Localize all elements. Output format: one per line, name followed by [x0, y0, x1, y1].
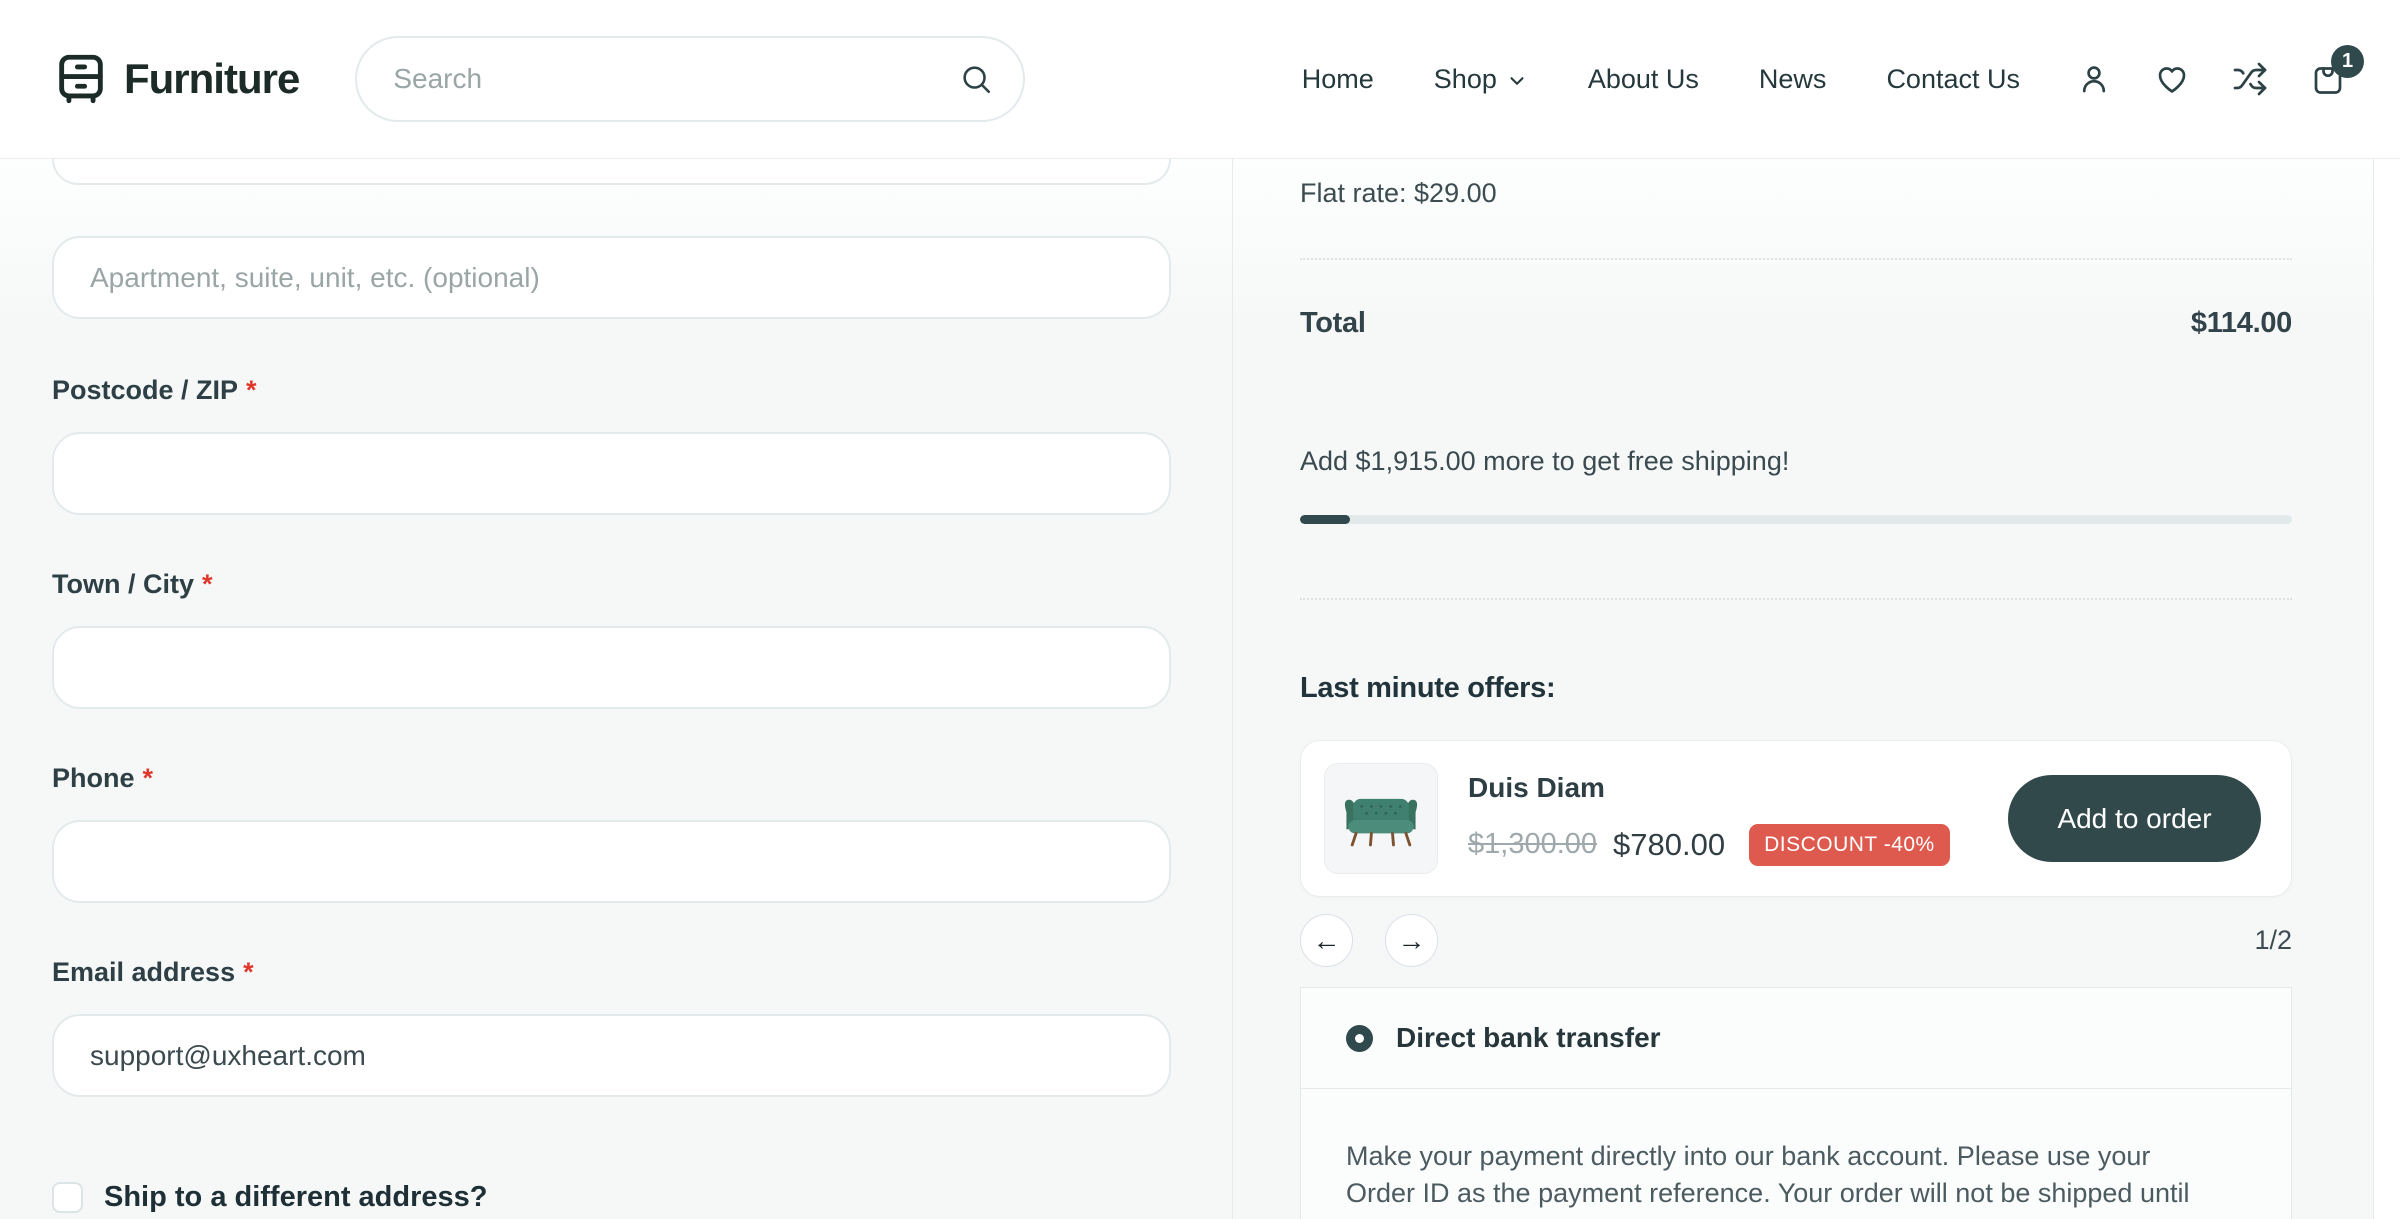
offer-product-image	[1324, 763, 1438, 874]
header: Furniture Home Shop About Us News Contac…	[0, 0, 2400, 159]
payment-method-label: Direct bank transfer	[1396, 1022, 1661, 1053]
required-asterisk: *	[243, 957, 254, 987]
nav-home[interactable]: Home	[1302, 64, 1374, 95]
town-city-input[interactable]	[52, 626, 1171, 709]
shuffle-icon	[2233, 62, 2267, 96]
offers-carousel-controls: ← → 1/2	[1300, 914, 2292, 967]
offer-price: $780.00	[1613, 826, 1726, 862]
postcode-input[interactable]	[52, 432, 1171, 515]
shipping-rate-text: Flat rate: $29.00	[1300, 178, 1497, 208]
address-input-truncated[interactable]	[52, 159, 1171, 185]
account-button[interactable]	[2074, 59, 2114, 99]
arrow-right-icon: →	[1397, 924, 1426, 956]
offers-prev-button[interactable]: ←	[1300, 914, 1353, 967]
radio-dot	[1355, 1033, 1364, 1043]
wishlist-button[interactable]	[2152, 59, 2192, 99]
postcode-label: Postcode / ZIP *	[52, 375, 257, 405]
nav-news[interactable]: News	[1759, 64, 1827, 95]
offer-card: Duis Diam $1,300.00 $780.00 DISCOUNT -40…	[1300, 740, 2292, 897]
payment-method-direct-bank-transfer[interactable]: Direct bank transfer	[1301, 988, 2291, 1088]
offer-price-row: $1,300.00 $780.00 DISCOUNT -40%	[1468, 823, 1950, 866]
nav-about-us[interactable]: About Us	[1588, 64, 1699, 95]
offer-title: Duis Diam	[1468, 771, 1605, 803]
user-icon	[2082, 66, 2106, 93]
required-asterisk: *	[202, 569, 213, 599]
ship-different-address-label[interactable]: Ship to a different address?	[104, 1181, 488, 1214]
payment-method-description: Make your payment directly into our bank…	[1346, 1141, 2190, 1219]
radio-selected-icon[interactable]	[1346, 1024, 1373, 1052]
email-input[interactable]	[52, 1014, 1171, 1097]
last-minute-offers-heading: Last minute offers:	[1300, 672, 1556, 704]
total-label: Total	[1300, 307, 1366, 339]
chevron-down-icon	[1510, 77, 1524, 85]
email-label: Email address *	[52, 957, 254, 987]
nav-shop[interactable]: Shop	[1434, 64, 1528, 95]
ship-different-address-row: Ship to a different address?	[52, 1181, 1171, 1214]
divider	[1300, 258, 2292, 260]
free-shipping-progress	[1300, 515, 2292, 524]
column-divider	[1232, 159, 1233, 1219]
divider	[1300, 598, 2292, 600]
furniture-cabinet-icon	[59, 54, 103, 104]
nav-contact-us[interactable]: Contact Us	[1886, 64, 2020, 95]
discount-badge: DISCOUNT -40%	[1749, 823, 1950, 866]
free-shipping-message: Add $1,915.00 more to get free shipping!	[1300, 446, 1790, 476]
checkout-page: Postcode / ZIP* Town / City* Phone* Emai…	[0, 159, 2400, 1219]
offer-old-price: $1,300.00	[1468, 828, 1598, 860]
town-city-label: Town / City *	[52, 569, 213, 599]
search-input[interactable]	[393, 63, 960, 95]
main-nav: Home Shop About Us News Contact Us	[1302, 64, 2020, 95]
required-asterisk: *	[246, 375, 257, 405]
offers-pagination: 1/2	[2254, 925, 2292, 955]
apartment-input[interactable]	[52, 236, 1171, 319]
arrow-left-icon: ←	[1312, 924, 1341, 956]
required-asterisk: *	[142, 763, 154, 793]
ship-different-address-checkbox[interactable]	[52, 1182, 83, 1213]
cart-count-badge: 1	[2331, 45, 2364, 78]
phone-label: Phone *	[52, 763, 154, 793]
order-summary: Flat rate: $29.00 Total $114.00 Add $1,9…	[1300, 159, 2292, 1219]
header-actions: 1	[2074, 45, 2364, 99]
total-row: Total $114.00	[1300, 307, 2292, 340]
free-shipping-progress-fill	[1300, 515, 1350, 524]
compare-button[interactable]	[2230, 59, 2270, 99]
scrollbar-track[interactable]	[2373, 159, 2400, 1219]
billing-form: Postcode / ZIP* Town / City* Phone* Emai…	[52, 159, 1171, 1214]
add-to-order-button[interactable]: Add to order	[2008, 775, 2261, 862]
search-bar	[355, 36, 1026, 122]
brand-logo[interactable]: Furniture	[52, 50, 300, 108]
heart-icon	[2158, 67, 2186, 93]
offers-next-button[interactable]: →	[1385, 914, 1438, 967]
total-value: $114.00	[2190, 307, 2292, 339]
offer-info: Duis Diam $1,300.00 $780.00 DISCOUNT -40…	[1468, 772, 1950, 866]
search-icon[interactable]	[959, 62, 993, 96]
cart-button[interactable]: 1	[2308, 45, 2364, 99]
phone-input[interactable]	[52, 820, 1171, 903]
payment-methods: Direct bank transfer Make your payment d…	[1300, 987, 2292, 1219]
brand-name: Furniture	[124, 55, 300, 102]
sofa-image	[1344, 798, 1418, 846]
